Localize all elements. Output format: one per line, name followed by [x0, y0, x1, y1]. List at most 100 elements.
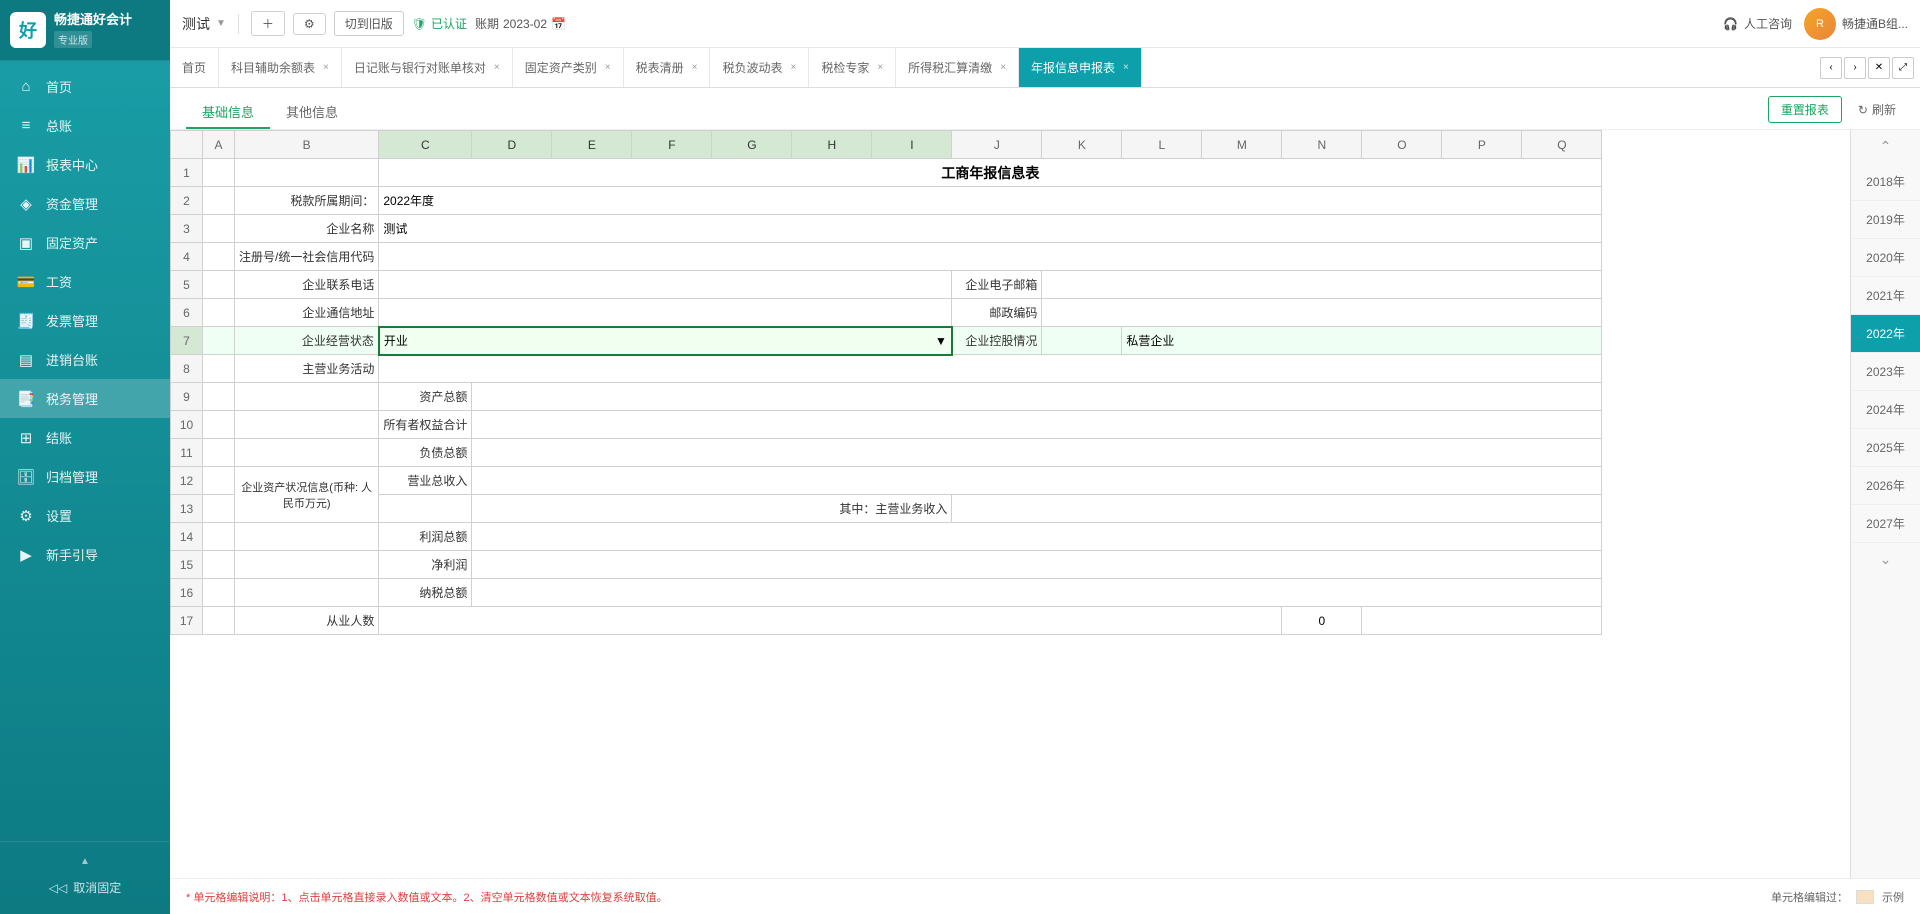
tab-aux[interactable]: 科目辅助余额表 × — [219, 48, 342, 87]
cancel-fixed-btn[interactable]: ◁◁ 取消固定 — [0, 871, 170, 904]
cell-6-C[interactable] — [379, 299, 952, 327]
col-K[interactable]: K — [1042, 131, 1122, 159]
sub-tab-other[interactable]: 其他信息 — [270, 96, 354, 129]
cell-7-J[interactable]: 企业控股情况 — [952, 327, 1042, 355]
sidebar-item-report[interactable]: 📊 报表中心 — [0, 145, 170, 184]
tab-tax-expert[interactable]: 税检专家 × — [809, 48, 896, 87]
col-H[interactable]: H — [792, 131, 872, 159]
user-profile[interactable]: R 畅捷通B组... — [1804, 8, 1908, 40]
cell-12-A[interactable] — [203, 467, 235, 495]
tab-tax-wave[interactable]: 税负波动表 × — [710, 48, 809, 87]
cell-12-D[interactable] — [472, 467, 1602, 495]
consult-btn[interactable]: 🎧 人工咨询 — [1723, 15, 1792, 32]
cell-8-B[interactable]: 主营业务活动 — [235, 355, 379, 383]
year-2019[interactable]: 2019年 — [1851, 201, 1920, 239]
col-J[interactable]: J — [952, 131, 1042, 159]
tab-annual[interactable]: 年报信息申报表 × — [1019, 48, 1142, 87]
year-2026[interactable]: 2026年 — [1851, 467, 1920, 505]
cell-4-A[interactable] — [203, 243, 235, 271]
col-F[interactable]: F — [632, 131, 712, 159]
sidebar-item-home[interactable]: ⌂ 首页 — [0, 67, 170, 106]
cell-16-A[interactable] — [203, 579, 235, 607]
tab-tax-table-close[interactable]: × — [692, 62, 698, 73]
cell-16-C[interactable]: 纳税总额 — [379, 579, 472, 607]
cell-6-J[interactable]: 邮政编码 — [952, 299, 1042, 327]
cell-14-D[interactable] — [472, 523, 1602, 551]
cell-13-D[interactable]: 其中：主营业务收入 — [472, 495, 952, 523]
col-Q[interactable]: Q — [1522, 131, 1602, 159]
cell-13-J[interactable] — [952, 495, 1602, 523]
tab-aux-close[interactable]: × — [323, 62, 329, 73]
cell-9-C[interactable]: 资产总额 — [379, 383, 472, 411]
cell-7-B[interactable]: 企业经营状态 — [235, 327, 379, 355]
cell-11-D[interactable] — [472, 439, 1602, 467]
cell-7-C-dropdown[interactable]: 开业 ▼ — [379, 327, 952, 355]
tab-income-tax[interactable]: 所得税汇算清缴 × — [896, 48, 1019, 87]
cell-13-C[interactable] — [379, 495, 472, 523]
tabs-close-all[interactable]: ✕ — [1868, 57, 1890, 79]
year-2021[interactable]: 2021年 — [1851, 277, 1920, 315]
cell-14-C[interactable]: 利润总额 — [379, 523, 472, 551]
tab-tax-table[interactable]: 税表清册 × — [624, 48, 711, 87]
cell-17-O[interactable] — [1362, 607, 1602, 635]
calendar-icon[interactable]: 📅 — [551, 17, 566, 31]
spreadsheet-container[interactable]: A B C D E F G H I J K L M — [170, 130, 1850, 878]
cell-17-A[interactable] — [203, 607, 235, 635]
cell-10-D[interactable] — [472, 411, 1602, 439]
sidebar-item-close[interactable]: ⊞ 结账 — [0, 418, 170, 457]
col-O[interactable]: O — [1362, 131, 1442, 159]
reset-report-btn[interactable]: 重置报表 — [1768, 96, 1842, 123]
col-P[interactable]: P — [1442, 131, 1522, 159]
year-scroll-down-btn[interactable]: ⌄ — [1851, 543, 1920, 576]
col-G[interactable]: G — [712, 131, 792, 159]
sidebar-item-inventory[interactable]: ▤ 进销台账 — [0, 340, 170, 379]
cell-3-A[interactable] — [203, 215, 235, 243]
sidebar-item-payroll[interactable]: 💳 工资 — [0, 262, 170, 301]
year-2024[interactable]: 2024年 — [1851, 391, 1920, 429]
cell-15-D[interactable] — [472, 551, 1602, 579]
settings-btn[interactable]: ⚙ — [293, 13, 326, 35]
cell-9-B[interactable] — [235, 383, 379, 411]
cell-15-A[interactable] — [203, 551, 235, 579]
year-2022[interactable]: 2022年 — [1851, 315, 1920, 353]
cell-5-K[interactable] — [1042, 271, 1602, 299]
cell-8-C[interactable] — [379, 355, 1602, 383]
cell-7-L[interactable]: 私营企业 — [1122, 327, 1602, 355]
cell-9-D[interactable] — [472, 383, 1602, 411]
cell-8-A[interactable] — [203, 355, 235, 383]
sidebar-item-archive[interactable]: 🗄 归档管理 — [0, 457, 170, 496]
year-2020[interactable]: 2020年 — [1851, 239, 1920, 277]
switch-version-btn[interactable]: 切到旧版 — [334, 11, 404, 36]
sidebar-item-invoice[interactable]: 🧾 发票管理 — [0, 301, 170, 340]
col-M[interactable]: M — [1202, 131, 1282, 159]
cell-1-title[interactable]: 工商年报信息表 — [379, 159, 1602, 187]
cell-12-B[interactable]: 企业资产状况信息(币种: 人民币万元) — [235, 467, 379, 523]
sidebar-item-settings[interactable]: ⚙ 设置 — [0, 496, 170, 535]
tab-journal-close[interactable]: × — [494, 62, 500, 73]
col-D[interactable]: D — [472, 131, 552, 159]
refresh-btn[interactable]: ↻ 刷新 — [1850, 97, 1904, 122]
cell-5-C[interactable] — [379, 271, 952, 299]
col-L[interactable]: L — [1122, 131, 1202, 159]
dropdown-icon[interactable]: ▼ — [216, 18, 226, 29]
cell-10-A[interactable] — [203, 411, 235, 439]
cell-11-C[interactable]: 负债总额 — [379, 439, 472, 467]
add-btn[interactable]: ＋ — [251, 11, 285, 36]
tabs-scroll-right[interactable]: › — [1844, 57, 1866, 79]
cell-2-A[interactable] — [203, 187, 235, 215]
sidebar-item-tax[interactable]: 📑 税务管理 — [0, 379, 170, 418]
cell-4-B[interactable]: 注册号/统一社会信用代码 — [235, 243, 379, 271]
cell-5-B[interactable]: 企业联系电话 — [235, 271, 379, 299]
cell-7-K[interactable] — [1042, 327, 1122, 355]
cell-3-B[interactable]: 企业名称 — [235, 215, 379, 243]
cell-9-A[interactable] — [203, 383, 235, 411]
col-B[interactable]: B — [235, 131, 379, 159]
cell-4-C[interactable] — [379, 243, 1602, 271]
cell-5-J[interactable]: 企业电子邮箱 — [952, 271, 1042, 299]
tab-tax-wave-close[interactable]: × — [790, 62, 796, 73]
col-A[interactable]: A — [203, 131, 235, 159]
year-2018[interactable]: 2018年 — [1851, 163, 1920, 201]
cell-14-B[interactable] — [235, 523, 379, 551]
col-I[interactable]: I — [872, 131, 952, 159]
cell-7-A[interactable] — [203, 327, 235, 355]
